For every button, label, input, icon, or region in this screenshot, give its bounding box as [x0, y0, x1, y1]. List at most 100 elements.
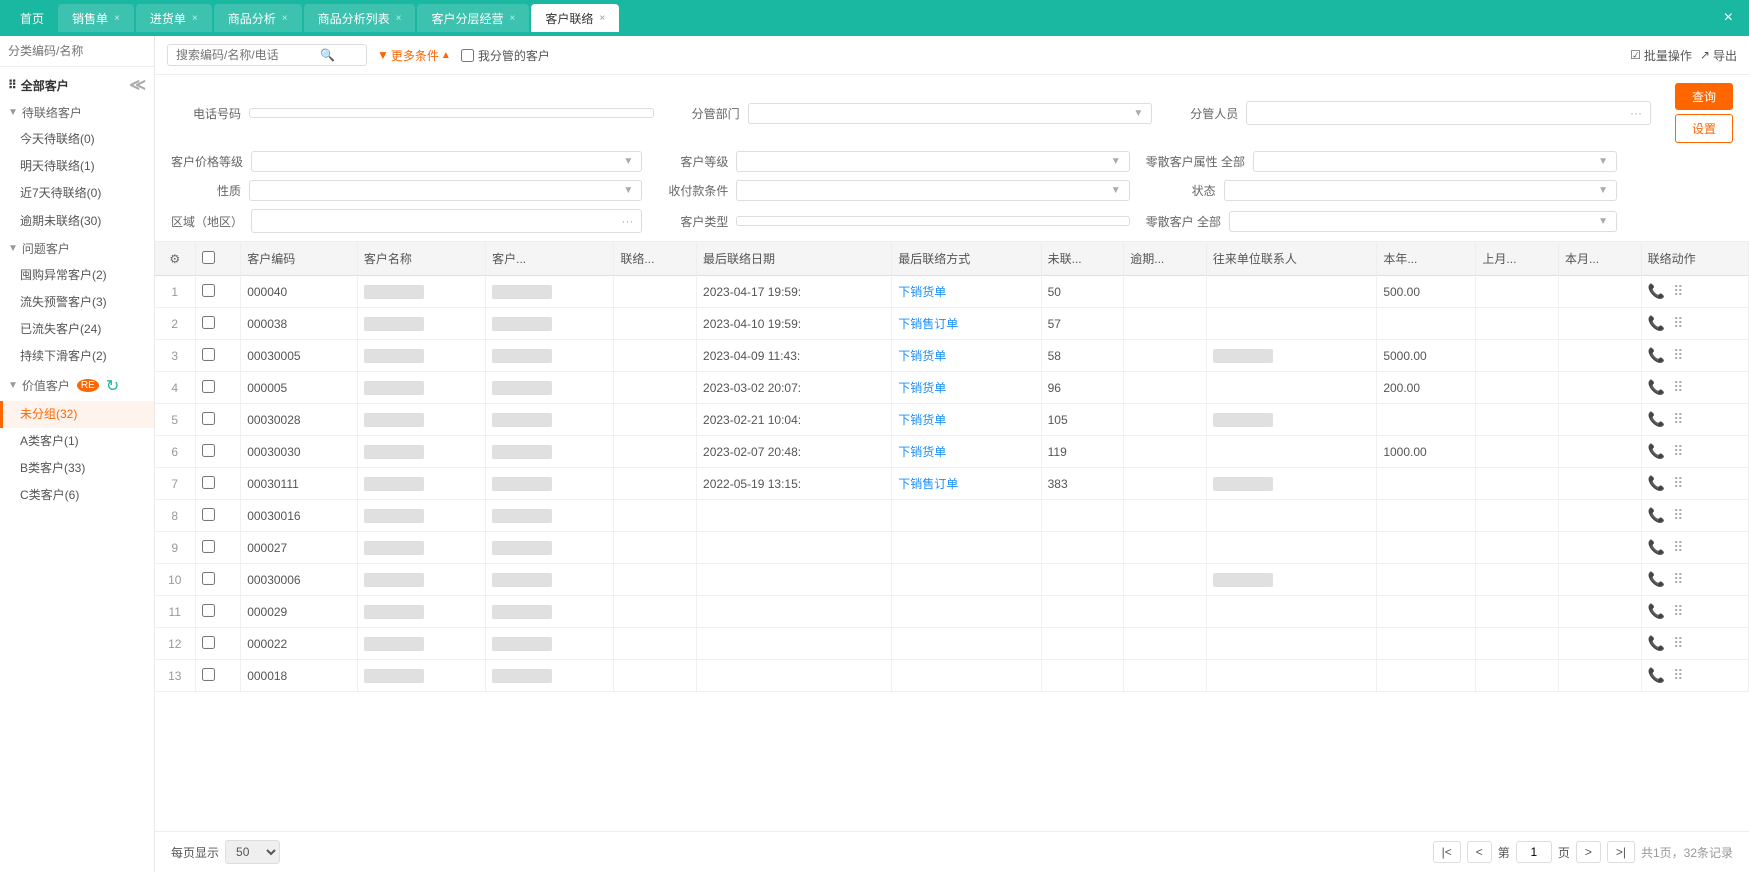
reset-button[interactable]: 设置 [1675, 114, 1733, 143]
last-way-link[interactable]: 下销货单 [898, 349, 946, 363]
row-checkbox[interactable] [202, 412, 215, 425]
grid-action-icon[interactable]: ⠿ [1673, 443, 1683, 460]
grid-action-icon[interactable]: ⠿ [1673, 539, 1683, 556]
cell-name[interactable] [357, 564, 485, 596]
cell-last-way[interactable] [892, 596, 1041, 628]
close-all-tabs[interactable]: × [1716, 9, 1741, 27]
cell-last-way[interactable]: 下销货单 [892, 436, 1041, 468]
tab-product-list[interactable]: 商品分析列表 × [304, 4, 416, 32]
query-button[interactable]: 查询 [1675, 83, 1733, 110]
grid-action-icon[interactable]: ⠿ [1673, 347, 1683, 364]
cell-name[interactable] [357, 372, 485, 404]
cell-last-way[interactable] [892, 660, 1041, 692]
cell-check[interactable] [195, 500, 241, 532]
cell-check[interactable] [195, 660, 241, 692]
phone-icon[interactable]: 📞 [1648, 603, 1665, 620]
cell-last-way[interactable]: 下销售订单 [892, 308, 1041, 340]
sidebar-item-class-a[interactable]: A类客户(1) [0, 428, 154, 455]
cell-last-way[interactable]: 下销货单 [892, 404, 1041, 436]
export-btn[interactable]: ↗ 导出 [1700, 47, 1737, 64]
close-purchase-tab[interactable]: × [192, 13, 198, 24]
more-conditions-btn[interactable]: ▼ 更多条件 ▲ [377, 47, 451, 64]
input-status[interactable]: ▼ [1224, 180, 1617, 201]
close-customer-contact-tab[interactable]: × [599, 13, 605, 24]
collapse-sidebar-btn[interactable]: ≪ [129, 75, 146, 95]
grid-action-icon[interactable]: ⠿ [1673, 507, 1683, 524]
input-nature[interactable]: ▼ [249, 180, 642, 201]
cell-last-way[interactable]: 下销售订单 [892, 468, 1041, 500]
sidebar-item-tomorrow-pending[interactable]: 明天待联络(1) [0, 153, 154, 180]
phone-icon[interactable]: 📞 [1648, 475, 1665, 492]
last-way-link[interactable]: 下销货单 [898, 285, 946, 299]
grid-action-icon[interactable]: ⠿ [1673, 315, 1683, 332]
cell-name[interactable] [357, 500, 485, 532]
input-customer-level[interactable]: ▼ [736, 151, 1129, 172]
row-checkbox[interactable] [202, 604, 215, 617]
sidebar-item-churned[interactable]: 已流失客户(24) [0, 316, 154, 343]
phone-icon[interactable]: 📞 [1648, 571, 1665, 588]
sidebar-item-overdue-pending[interactable]: 逾期未联络(30) [0, 208, 154, 235]
sidebar-item-declining[interactable]: 持续下滑客户(2) [0, 343, 154, 370]
cell-name[interactable] [357, 308, 485, 340]
tab-customer-contact[interactable]: 客户联络 × [531, 4, 619, 32]
batch-ops-btn[interactable]: ☑ 批量操作 [1630, 47, 1692, 64]
input-payment[interactable]: ▼ [736, 180, 1129, 201]
cell-name[interactable] [357, 340, 485, 372]
sidebar-item-churn-warning[interactable]: 流失预警客户(3) [0, 289, 154, 316]
settings-icon[interactable]: ⚙ [169, 252, 180, 266]
col-checkbox[interactable] [195, 242, 241, 276]
last-way-link[interactable]: 下销货单 [898, 413, 946, 427]
input-retail-attr[interactable]: ▼ [1253, 151, 1617, 172]
cell-last-way[interactable] [892, 532, 1041, 564]
row-checkbox[interactable] [202, 284, 215, 297]
all-customers-header[interactable]: ⠿ 全部客户 ≪ [0, 67, 154, 99]
cell-name[interactable] [357, 404, 485, 436]
select-all-checkbox[interactable] [202, 251, 215, 264]
cell-name[interactable] [357, 276, 485, 308]
row-checkbox[interactable] [202, 572, 215, 585]
phone-icon[interactable]: 📞 [1648, 635, 1665, 652]
row-checkbox[interactable] [202, 476, 215, 489]
last-page-btn[interactable]: >| [1607, 841, 1635, 863]
cell-last-way[interactable]: 下销货单 [892, 276, 1041, 308]
row-checkbox[interactable] [202, 668, 215, 681]
col-settings[interactable]: ⚙ [155, 242, 195, 276]
sidebar-item-abnormal[interactable]: 囤购异常客户(2) [0, 262, 154, 289]
cell-check[interactable] [195, 436, 241, 468]
tab-purchase[interactable]: 进货单 × [136, 4, 212, 32]
row-checkbox[interactable] [202, 540, 215, 553]
close-product-list-tab[interactable]: × [396, 13, 402, 24]
cell-name[interactable] [357, 436, 485, 468]
cell-check[interactable] [195, 340, 241, 372]
cell-check[interactable] [195, 308, 241, 340]
cell-name[interactable] [357, 532, 485, 564]
grid-action-icon[interactable]: ⠿ [1673, 283, 1683, 300]
grid-action-icon[interactable]: ⠿ [1673, 603, 1683, 620]
cell-name[interactable] [357, 596, 485, 628]
home-tab[interactable]: 首页 [8, 10, 56, 27]
prev-page-btn[interactable]: < [1467, 841, 1492, 863]
first-page-btn[interactable]: |< [1433, 841, 1461, 863]
phone-icon[interactable]: 📞 [1648, 539, 1665, 556]
input-price-level[interactable]: ▼ [251, 151, 642, 172]
cell-check[interactable] [195, 628, 241, 660]
cell-check[interactable] [195, 468, 241, 500]
grid-action-icon[interactable]: ⠿ [1673, 379, 1683, 396]
cell-check[interactable] [195, 372, 241, 404]
sidebar-item-class-c[interactable]: C类客户(6) [0, 482, 154, 509]
input-dept[interactable]: ▼ [748, 103, 1153, 124]
cell-check[interactable] [195, 532, 241, 564]
grid-action-icon[interactable]: ⠿ [1673, 635, 1683, 652]
last-way-link[interactable]: 下销售订单 [898, 477, 958, 491]
grid-action-icon[interactable]: ⠿ [1673, 571, 1683, 588]
cell-check[interactable] [195, 596, 241, 628]
input-manager[interactable]: ··· [1246, 101, 1651, 125]
phone-icon[interactable]: 📞 [1648, 315, 1665, 332]
phone-icon[interactable]: 📞 [1648, 411, 1665, 428]
row-checkbox[interactable] [202, 316, 215, 329]
phone-icon[interactable]: 📞 [1648, 443, 1665, 460]
row-checkbox[interactable] [202, 636, 215, 649]
row-checkbox[interactable] [202, 348, 215, 361]
input-customer-type[interactable] [736, 216, 1129, 226]
sidebar-group-value[interactable]: ▼ 价值客户 RE ↻ [0, 371, 154, 401]
